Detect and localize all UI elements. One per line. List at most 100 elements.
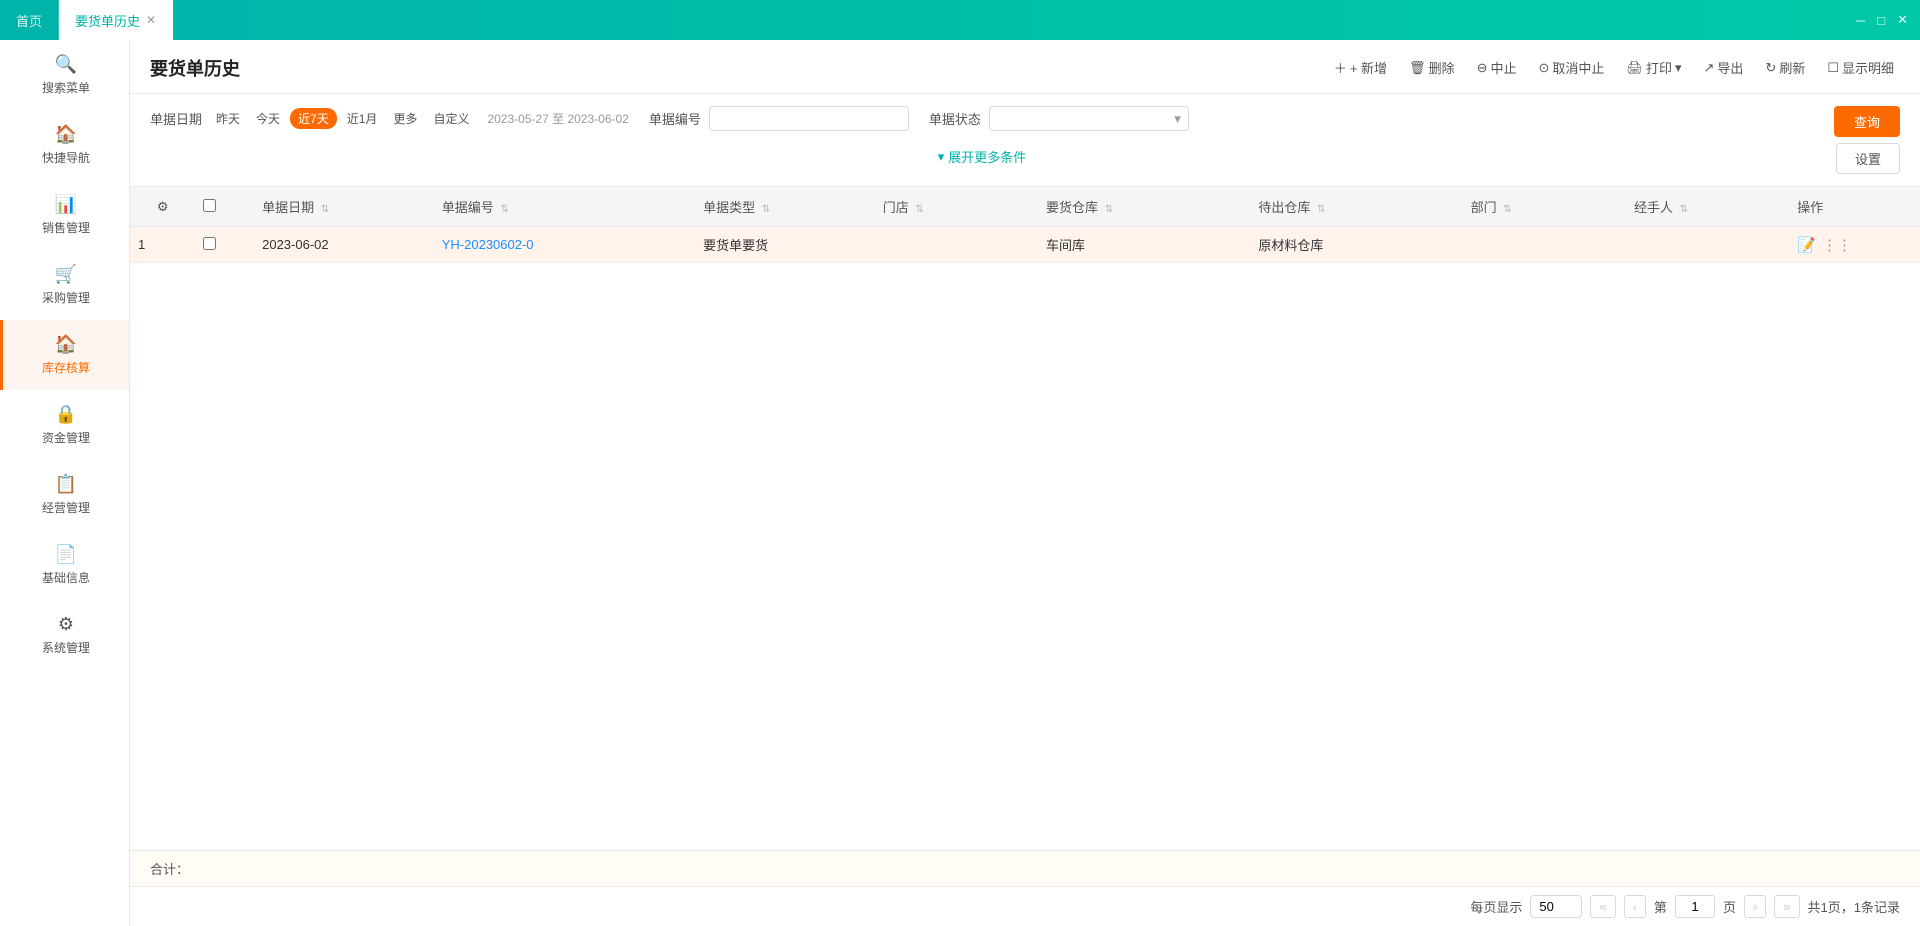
sidebar-item-basic-info-label: 基础信息 [42,569,90,586]
expand-more-btn[interactable]: ▾ 展开更多条件 [938,147,1027,166]
col-settings[interactable]: ⚙ [130,187,195,227]
show-detail-btn[interactable]: ☐ 显示明细 [1821,54,1900,81]
row-checkbox[interactable] [203,237,216,250]
basic-info-icon: 📄 [55,544,77,565]
search-menu-icon: 🔍 [55,54,77,75]
window-close-btn[interactable]: ✕ [1897,12,1908,28]
col-handler[interactable]: 经手人 ⇅ [1626,187,1789,227]
tab-home-label: 首页 [16,11,42,30]
filter-right: 查询 设置 [1814,106,1900,174]
sidebar-item-search-menu-label: 搜索菜单 [42,79,90,96]
table-row[interactable]: 1 2023-06-02 YH-20230602-0 要货单要货 车间库 原材料… [130,227,1920,263]
col-type-sort-icon: ⇅ [762,204,770,215]
row-more-btn[interactable]: ⋮⋮ [1822,236,1852,254]
window-min-btn[interactable]: ─ [1856,13,1865,28]
row-date: 2023-06-02 [254,227,434,263]
finance-mgmt-icon: 🔒 [55,404,77,425]
filter-date-group: 单据日期 昨天 今天 近7天 近1月 更多 自定义 2023-05-27 至 2… [150,108,629,129]
query-btn[interactable]: 查询 [1834,106,1900,137]
settings-btn[interactable]: 设置 [1836,143,1900,174]
col-num-label: 单据编号 [442,200,494,215]
sidebar-item-finance-mgmt-label: 资金管理 [42,429,90,446]
refresh-icon: ↻ [1765,60,1776,76]
row-edit-btn[interactable]: 📝 [1797,236,1816,254]
date-btn-today[interactable]: 今天 [250,108,286,129]
num-filter-input[interactable] [709,106,909,131]
sidebar-item-quick-nav[interactable]: 🏠 快捷导航 [0,110,129,180]
refresh-label: 刷新 [1779,58,1805,77]
print-label: 打印 [1646,58,1672,77]
table-body: 1 2023-06-02 YH-20230602-0 要货单要货 车间库 原材料… [130,227,1920,263]
first-page-btn[interactable]: « [1590,895,1615,918]
status-filter-label: 单据状态 [929,109,981,128]
show-detail-label: 显示明细 [1842,58,1894,77]
tab-home[interactable]: 首页 [0,0,59,40]
tab-requisition-history-close[interactable]: ✕ [146,13,156,27]
window-max-btn[interactable]: □ [1877,13,1885,28]
print-btn[interactable]: 🖨 打印 ▾ [1620,54,1687,81]
sidebar-item-inventory[interactable]: 🏠 库存核算 [0,320,129,390]
col-req-wh[interactable]: 要货仓库 ⇅ [1038,187,1250,227]
toolbar: ＋ + 新增 🗑 删除 ⊖ 中止 ⊙ 取消中止 🖨 打印 [1328,54,1900,93]
sidebar-item-sales-mgmt[interactable]: 📊 销售管理 [0,180,129,250]
col-date[interactable]: 单据日期 ⇅ [254,187,434,227]
date-btn-yesterday[interactable]: 昨天 [210,108,246,129]
page-input[interactable] [1675,895,1715,918]
stop-btn[interactable]: ⊖ 中止 [1471,54,1523,81]
table-header: ⚙ 单据日期 ⇅ 单据编号 ⇅ 单据类型 [130,187,1920,227]
sidebar-item-sys-mgmt[interactable]: ⚙ 系统管理 [0,600,129,670]
cancel-stop-btn[interactable]: ⊙ 取消中止 [1533,54,1611,81]
last-page-btn[interactable]: » [1774,895,1799,918]
filter-left: 单据日期 昨天 今天 近7天 近1月 更多 自定义 2023-05-27 至 2… [150,106,1814,166]
sidebar-item-basic-info[interactable]: 📄 基础信息 [0,530,129,600]
row-num-link[interactable]: YH-20230602-0 [442,237,534,252]
page-label: 第 [1654,897,1667,916]
export-btn[interactable]: ↗ 导出 [1697,54,1749,81]
refresh-btn[interactable]: ↻ 刷新 [1759,54,1811,81]
col-store-label: 门店 [883,200,909,215]
main-content: 要货单历史 ＋ + 新增 🗑 删除 ⊖ 中止 ⊙ 取消中止 [130,40,1920,926]
sidebar-item-purchase-mgmt[interactable]: 🛒 采购管理 [0,250,129,320]
tab-requisition-history[interactable]: 要货单历史 ✕ [59,0,173,40]
row-check [195,227,254,263]
prev-page-btn[interactable]: ‹ [1624,895,1646,918]
layout: 🔍 搜索菜单 🏠 快捷导航 📊 销售管理 🛒 采购管理 🏠 库存核算 🔒 资金管… [0,40,1920,926]
stop-label: 中止 [1490,58,1516,77]
expand-more-icon: ▾ [938,149,945,165]
row-seq: 1 [130,227,195,263]
ops-mgmt-icon: 📋 [55,474,77,495]
sidebar-item-search-menu[interactable]: 🔍 搜索菜单 [0,40,129,110]
col-type[interactable]: 单据类型 ⇅ [695,187,875,227]
sidebar-item-purchase-mgmt-label: 采购管理 [42,289,90,306]
sidebar-item-finance-mgmt[interactable]: 🔒 资金管理 [0,390,129,460]
sidebar-item-sales-mgmt-label: 销售管理 [42,219,90,236]
row-store [875,227,1038,263]
col-out-wh-sort-icon: ⇅ [1317,204,1325,215]
filter-row-1: 单据日期 昨天 今天 近7天 近1月 更多 自定义 2023-05-27 至 2… [150,106,1814,131]
col-store[interactable]: 门店 ⇅ [875,187,1038,227]
sidebar-item-ops-mgmt-label: 经营管理 [42,499,90,516]
col-dept[interactable]: 部门 ⇅ [1463,187,1626,227]
next-page-btn[interactable]: › [1744,895,1766,918]
quick-nav-icon: 🏠 [55,124,77,145]
summary-label: 合计： [150,859,189,878]
new-btn[interactable]: ＋ + 新增 [1328,54,1393,81]
delete-btn[interactable]: 🗑 删除 [1403,54,1461,81]
export-label: 导出 [1717,58,1743,77]
sidebar-item-ops-mgmt[interactable]: 📋 经营管理 [0,460,129,530]
date-btn-more[interactable]: 更多 [387,108,423,129]
page-size-select[interactable]: 50 10 20 100 [1530,895,1582,918]
status-filter-select[interactable] [989,106,1189,131]
col-out-wh[interactable]: 待出仓库 ⇅ [1250,187,1462,227]
row-req-wh: 车间库 [1038,227,1250,263]
row-num: YH-20230602-0 [434,227,695,263]
col-ops: 操作 [1789,187,1920,227]
delete-icon: 🗑 [1409,60,1426,76]
select-all-checkbox[interactable] [203,199,216,212]
stop-icon: ⊖ [1477,60,1488,76]
col-num[interactable]: 单据编号 ⇅ [434,187,695,227]
filter-status-group: 单据状态 [929,106,1189,131]
date-btn-custom[interactable]: 自定义 [427,108,475,129]
date-btn-7days[interactable]: 近7天 [290,108,337,129]
date-btn-1month[interactable]: 近1月 [341,108,384,129]
